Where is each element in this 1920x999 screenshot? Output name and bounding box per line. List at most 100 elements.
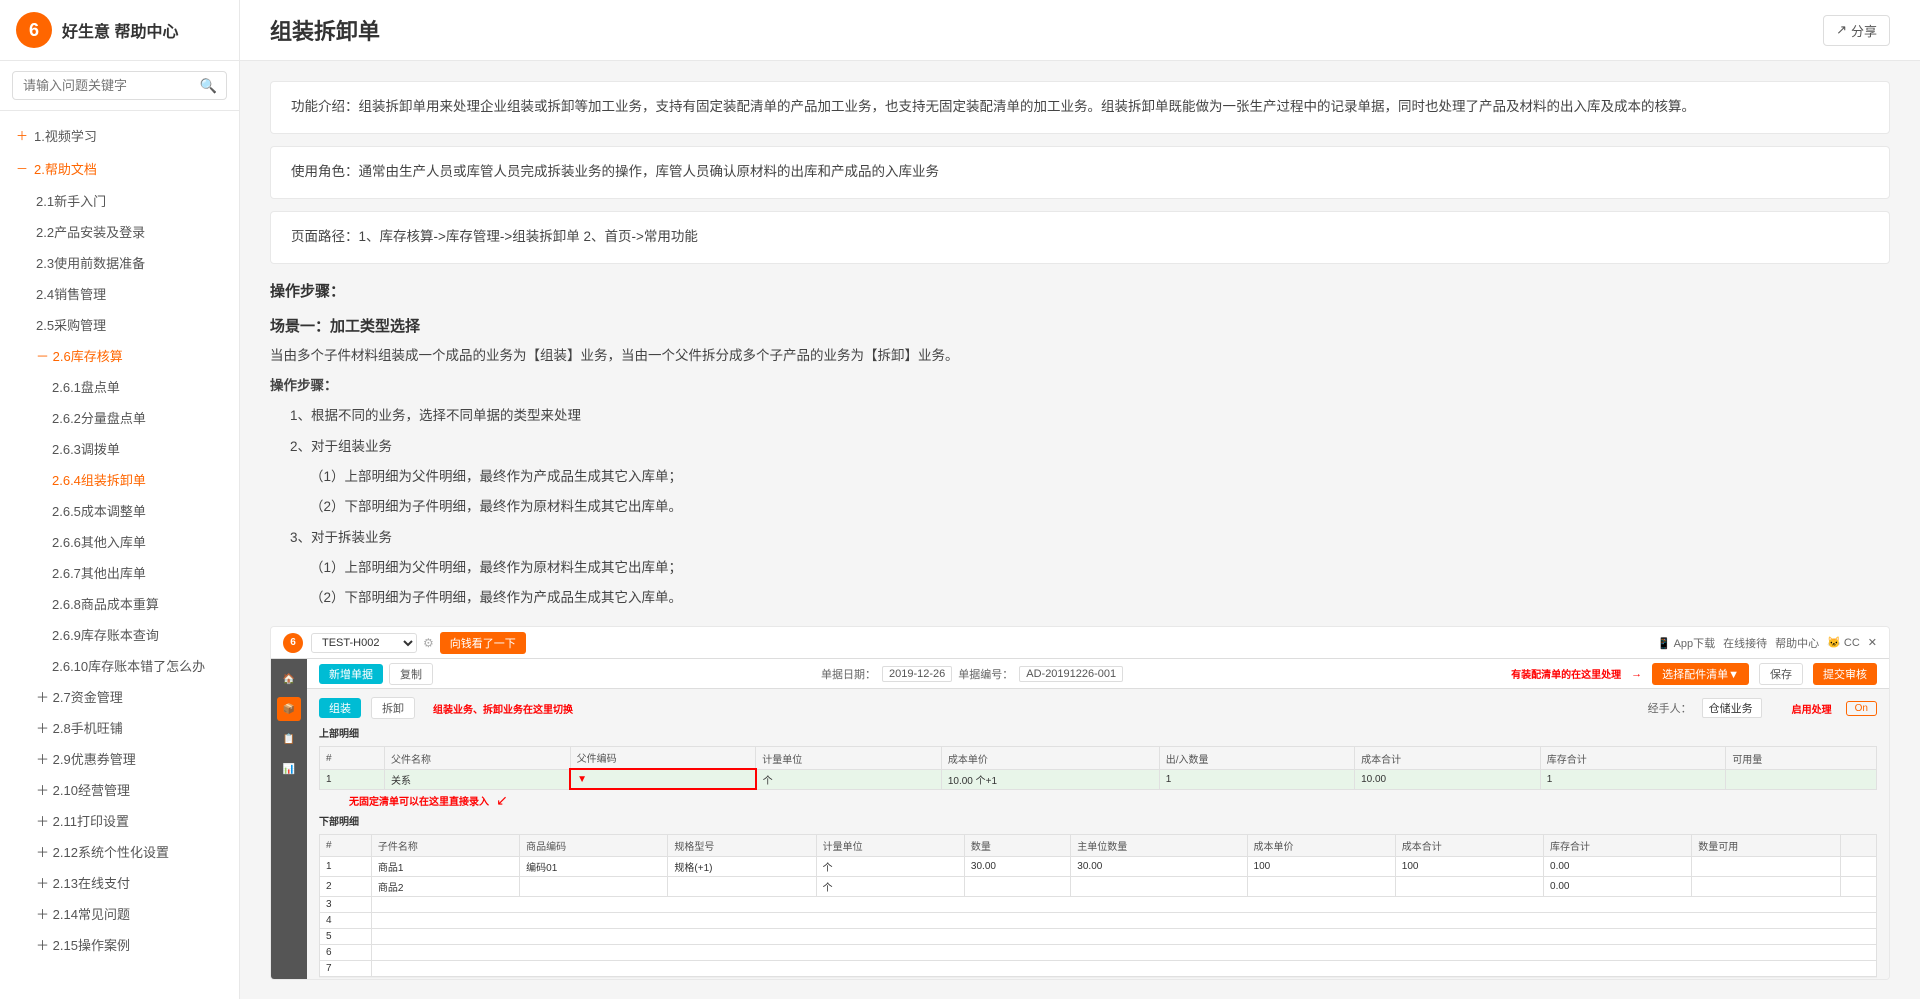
sim-lower-section-label: 下部明细 xyxy=(319,813,1877,828)
nav-sub-label: 2.9优惠券管理 xyxy=(53,752,136,767)
sim-submit-btn[interactable]: 提交审核 xyxy=(1813,663,1877,685)
sim-company-select[interactable]: TEST-H002 xyxy=(311,633,417,653)
sidebar-item-s23[interactable]: 2.3使用前数据准备 xyxy=(0,247,239,278)
nav-sub-label: ＋ xyxy=(36,783,49,798)
sidebar-item-s21[interactable]: 2.1新手入门 xyxy=(0,185,239,216)
sidebar-item-s2610[interactable]: 2.6.10库存账本错了怎么办 xyxy=(0,650,239,681)
sidebar-item-s29[interactable]: ＋ 2.9优惠券管理 xyxy=(0,743,239,774)
cell xyxy=(371,945,1876,961)
nav-sub-label: ＋ xyxy=(36,690,49,705)
close-icon[interactable]: ✕ xyxy=(1868,636,1877,649)
home-icon: 🏠 xyxy=(283,674,295,685)
annotation-process-text: 有装配清单的在这里处理 xyxy=(1511,666,1621,681)
sidebar-item-s24[interactable]: 2.4销售管理 xyxy=(0,278,239,309)
sim-right-icons: 📱 App下载 在线接待 帮助中心 🐱 CC ✕ xyxy=(1657,635,1877,651)
cell: 商品2 xyxy=(371,877,519,897)
nav-icon-1: 📋 xyxy=(283,734,295,745)
sidebar-item-s214[interactable]: ＋ 2.14常见问题 xyxy=(0,898,239,929)
path-intro-block: 页面路径：1、库存核算->库存管理->组装拆卸单 2、首页->常用功能 xyxy=(270,211,1890,264)
search-input[interactable] xyxy=(12,71,227,100)
sidebar-item-s210[interactable]: ＋ 2.10经营管理 xyxy=(0,774,239,805)
sim-nav-home[interactable]: 🏠 xyxy=(277,667,301,691)
nav-sub-label: 2.6.8商品成本重算 xyxy=(52,597,159,612)
nav-sub-label: 2.4销售管理 xyxy=(36,287,106,302)
annotation-no-fixed: 无固定清单可以在这里直接录入 xyxy=(349,797,489,808)
col-header: 父件编码 xyxy=(570,747,756,770)
cell: 3 xyxy=(320,897,372,913)
sidebar-item-s212[interactable]: ＋ 2.12系统个性化设置 xyxy=(0,836,239,867)
sidebar-item-s267[interactable]: 2.6.7其他出库单 xyxy=(0,557,239,588)
sidebar-item-s28[interactable]: ＋ 2.8手机旺铺 xyxy=(0,712,239,743)
nav-sub-label: 2.15操作案例 xyxy=(53,938,130,953)
table-row: 3 xyxy=(320,897,1877,913)
cell: 个 xyxy=(816,877,964,897)
col-header: 数量 xyxy=(964,835,1070,857)
sim-nav-other2[interactable]: 📊 xyxy=(277,757,301,781)
nav-sub-label: 2.6.10库存账本错了怎么办 xyxy=(52,659,205,674)
cell: 6 xyxy=(320,945,372,961)
sim-date-val: 2019-12-26 xyxy=(882,666,952,682)
sim-lower-table-header: # 子件名称 商品编码 规格型号 计量单位 数量 主单位数量 成本单价 成本合计 xyxy=(320,835,1877,857)
sidebar-item-s268[interactable]: 2.6.8商品成本重算 xyxy=(0,588,239,619)
nav-sub-label: 2.6.6其他入库单 xyxy=(52,535,146,550)
cell xyxy=(1726,769,1877,789)
path-intro-text: 页面路径：1、库存核算->库存管理->组装拆卸单 2、首页->常用功能 xyxy=(291,229,698,244)
sim-assemble-tab[interactable]: 组装 xyxy=(319,698,361,718)
nav-icon-2: 📊 xyxy=(283,764,295,775)
col-header: # xyxy=(320,835,372,857)
share-icon: ↗ xyxy=(1836,22,1847,38)
col-header: 父件名称 xyxy=(385,747,571,770)
sim-new-tab[interactable]: 新增单据 xyxy=(319,664,383,684)
sidebar-item-s263[interactable]: 2.6.3调拨单 xyxy=(0,433,239,464)
sidebar-item-s269[interactable]: 2.6.9库存账本查询 xyxy=(0,619,239,650)
col-header: # xyxy=(320,747,385,770)
sim-form-area: 组装 拆卸 组装业务、拆卸业务在这里切换 经手人： 仓储业务 xyxy=(307,689,1889,979)
step2: 2、对于组装业务 xyxy=(270,435,1890,459)
sidebar-item-s27[interactable]: ＋ 2.7资金管理 xyxy=(0,681,239,712)
sidebar-item-s261[interactable]: 2.6.1盘点单 xyxy=(0,371,239,402)
sidebar-item-s265[interactable]: 2.6.5成本调整单 xyxy=(0,495,239,526)
sidebar-item-s211[interactable]: ＋ 2.11打印设置 xyxy=(0,805,239,836)
page-title: 组装拆卸单 xyxy=(270,14,380,46)
screenshot-container: 6 TEST-H002 ⚙ 向钱看了一下 📱 App下载 在线接待 xyxy=(270,626,1890,980)
nav-sub-label: 2.3使用前数据准备 xyxy=(36,256,145,271)
share-button[interactable]: ↗ 分享 xyxy=(1823,15,1890,46)
sidebar-item-s264[interactable]: 2.6.4组装拆卸单 xyxy=(0,464,239,495)
sim-action-input[interactable]: On xyxy=(1846,701,1877,716)
minus-icon: － xyxy=(16,160,28,177)
sidebar-item-s266[interactable]: 2.6.6其他入库单 xyxy=(0,526,239,557)
sim-upper-table-header: # 父件名称 父件编码 计量单位 成本单价 出/入数量 成本合计 库存合计 可用 xyxy=(320,747,1877,770)
sidebar-item-s262[interactable]: 2.6.2分量盘点单 xyxy=(0,402,239,433)
sidebar-item-s22[interactable]: 2.2产品安装及登录 xyxy=(0,216,239,247)
sim-disassemble-tab[interactable]: 拆卸 xyxy=(371,697,415,719)
sidebar-item-s213[interactable]: ＋ 2.13在线支付 xyxy=(0,867,239,898)
sidebar-item-video[interactable]: ＋ 1.视频学习 xyxy=(0,119,239,152)
search-box[interactable]: 🔍 xyxy=(0,61,239,111)
col-header: 计量单位 xyxy=(816,835,964,857)
sim-form-row1: 组装 拆卸 组装业务、拆卸业务在这里切换 经手人： 仓储业务 xyxy=(319,697,1877,719)
sidebar-item-s26[interactable]: － 2.6库存核算 xyxy=(0,340,239,371)
sim-save-btn[interactable]: 保存 xyxy=(1759,663,1803,685)
sidebar-item-s25[interactable]: 2.5采购管理 xyxy=(0,309,239,340)
col-header: 子件名称 xyxy=(371,835,519,857)
sim-nav-warehouse[interactable]: 📦 xyxy=(277,697,301,721)
sim-nav-other1[interactable]: 📋 xyxy=(277,727,301,751)
sim-topbar-btn[interactable]: 向钱看了一下 xyxy=(440,632,526,654)
sidebar-item-s215[interactable]: ＋ 2.15操作案例 xyxy=(0,929,239,960)
cell: 5 xyxy=(320,929,372,945)
nav-sub-label: 2.6.9库存账本查询 xyxy=(52,628,159,643)
cell xyxy=(1247,877,1395,897)
col-header: 成本单价 xyxy=(941,747,1159,770)
scenario1-desc: 当由多个子件材料组装成一个成品的业务为【组装】业务，当由一个父件拆分成多个子产品… xyxy=(270,344,1890,368)
nav-sub-label: 2.6.7其他出库单 xyxy=(52,566,146,581)
table-row: 1 关系 ▼ 个 10.00 个+1 1 10.00 xyxy=(320,769,1877,789)
cell: 100 xyxy=(1395,857,1543,877)
sidebar-item-docs[interactable]: － 2.帮助文档 xyxy=(0,152,239,185)
col-header: 规格型号 xyxy=(668,835,816,857)
sim-copy-tab[interactable]: 复制 xyxy=(389,663,433,685)
cell xyxy=(371,961,1876,977)
cell: 商品1 xyxy=(371,857,519,877)
sim-process-btn[interactable]: 选择配件清单▼ xyxy=(1652,663,1749,685)
col-header: 库存合计 xyxy=(1540,747,1726,770)
main-area: 组装拆卸单 ↗ 分享 功能介绍：组装拆卸单用来处理企业组装或拆卸等加工业务，支持… xyxy=(240,0,1920,999)
